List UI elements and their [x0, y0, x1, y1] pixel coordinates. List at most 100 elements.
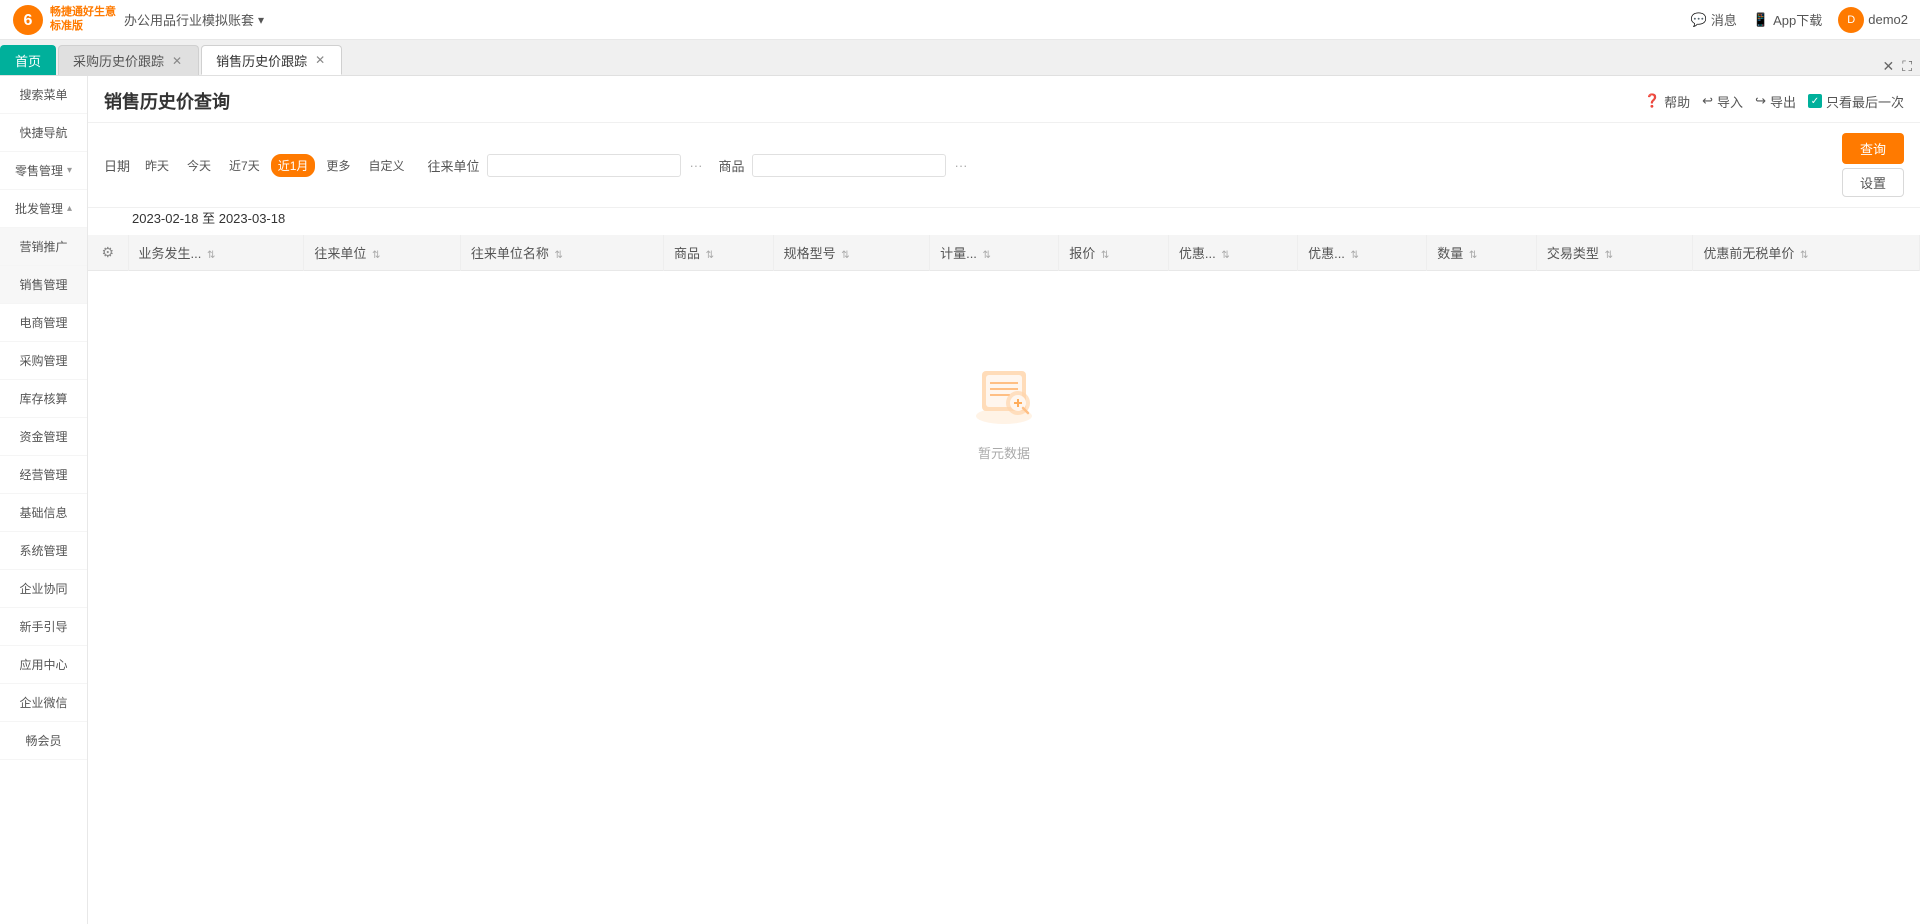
tab-sales-history-close[interactable]: ✕: [313, 53, 327, 67]
sidebar-item-enterprise[interactable]: 企业协同: [0, 570, 87, 608]
date-label: 日期: [104, 156, 130, 175]
tab-bar-right: ✕ ⛶: [1882, 58, 1920, 75]
sidebar-item-search-menu[interactable]: 搜索菜单: [0, 76, 87, 114]
expand-icon[interactable]: ⛶: [1902, 58, 1912, 75]
date-btn-more[interactable]: 更多: [319, 154, 357, 177]
sidebar: 搜索菜单 快捷导航 零售管理 ▾ 批发管理 ▴ 营销推广 销售管理 电商管理 采…: [0, 76, 88, 924]
col-gear[interactable]: ⚙: [88, 235, 128, 271]
date-btn-yesterday[interactable]: 昨天: [138, 154, 176, 177]
tab-purchase-history[interactable]: 采购历史价跟踪 ✕: [58, 45, 199, 75]
sidebar-item-finance[interactable]: 资金管理: [0, 418, 87, 456]
export-icon: ↪: [1755, 93, 1766, 109]
header-right: 💬 消息 📱 App下载 D demo2: [1691, 7, 1908, 33]
col-biz-date-label: 业务发生...: [139, 246, 202, 261]
sort-icon: ⇅: [1469, 250, 1477, 261]
export-button[interactable]: ↪ 导出: [1755, 92, 1796, 111]
content-area: 销售历史价查询 ❓ 帮助 ↩ 导入 ↪ 导出 ✓ 只看最后一次: [88, 76, 1920, 924]
sidebar-item-label: 电商管理: [19, 314, 67, 331]
sidebar-item-label: 企业协同: [19, 580, 67, 597]
sidebar-item-quick-nav[interactable]: 快捷导航: [0, 114, 87, 152]
sidebar-item-ecommerce[interactable]: 电商管理: [0, 304, 87, 342]
partner-filter-group: 往来单位 ···: [427, 154, 702, 177]
sort-icon: ⇅: [1800, 250, 1808, 261]
col-trade-type[interactable]: 交易类型 ⇅: [1536, 235, 1692, 271]
sidebar-item-label: 营销推广: [19, 238, 67, 255]
sort-icon: ⇅: [554, 250, 562, 261]
logo-icon: 6: [12, 4, 44, 36]
date-btn-custom[interactable]: 自定义: [361, 154, 411, 177]
only-last-checkbox-group[interactable]: ✓ 只看最后一次: [1808, 92, 1904, 111]
col-biz-date[interactable]: 业务发生... ⇅: [128, 235, 304, 271]
date-filter-group: 日期 昨天 今天 近7天 近1月 更多 自定义: [104, 154, 411, 177]
sidebar-item-basic-info[interactable]: 基础信息: [0, 494, 87, 532]
sidebar-item-label: 批发管理: [15, 200, 63, 217]
col-partner-name[interactable]: 往来单位名称 ⇅: [460, 235, 663, 271]
sidebar-item-label: 畅会员: [25, 732, 61, 749]
chevron-down-icon: ▾: [67, 165, 72, 176]
date-range-row: 2023-02-18 至 2023-03-18: [88, 208, 1920, 235]
col-discount1[interactable]: 优惠... ⇅: [1168, 235, 1297, 271]
date-btn-today[interactable]: 今天: [180, 154, 218, 177]
product-dots[interactable]: ···: [954, 158, 967, 173]
col-quote[interactable]: 报价 ⇅: [1059, 235, 1169, 271]
sort-icon: ⇅: [983, 250, 991, 261]
sidebar-item-purchase[interactable]: 采购管理: [0, 342, 87, 380]
partner-input[interactable]: [487, 154, 681, 177]
help-button[interactable]: ❓ 帮助: [1644, 92, 1690, 111]
user-menu[interactable]: D demo2: [1838, 7, 1908, 33]
col-quantity[interactable]: 数量 ⇅: [1427, 235, 1537, 271]
date-buttons: 昨天 今天 近7天 近1月 更多 自定义: [138, 154, 411, 177]
col-pretax-price[interactable]: 优惠前无税单价 ⇅: [1693, 235, 1920, 271]
col-trade-type-label: 交易类型: [1547, 246, 1599, 261]
sidebar-item-app-center[interactable]: 应用中心: [0, 646, 87, 684]
sidebar-item-marketing[interactable]: 营销推广: [0, 228, 87, 266]
close-all-icon[interactable]: ✕: [1882, 58, 1894, 75]
sort-icon: ⇅: [1101, 250, 1109, 261]
sidebar-item-label: 库存核算: [19, 390, 67, 407]
col-product[interactable]: 商品 ⇅: [663, 235, 773, 271]
sidebar-item-retail[interactable]: 零售管理 ▾: [0, 152, 87, 190]
sort-icon: ⇅: [1221, 250, 1229, 261]
gear-icon[interactable]: ⚙: [101, 244, 114, 260]
sidebar-item-operations[interactable]: 经营管理: [0, 456, 87, 494]
download-icon: 📱: [1753, 12, 1769, 28]
sidebar-item-guide[interactable]: 新手引导: [0, 608, 87, 646]
tab-sales-history[interactable]: 销售历史价跟踪 ✕: [201, 45, 342, 75]
sidebar-item-vip[interactable]: 畅会员: [0, 722, 87, 760]
settings-button[interactable]: 设置: [1842, 168, 1904, 197]
col-quote-label: 报价: [1069, 246, 1095, 261]
sidebar-item-inventory[interactable]: 库存核算: [0, 380, 87, 418]
avatar: D: [1838, 7, 1864, 33]
sidebar-item-wholesale[interactable]: 批发管理 ▴: [0, 190, 87, 228]
main-layout: 搜索菜单 快捷导航 零售管理 ▾ 批发管理 ▴ 营销推广 销售管理 电商管理 采…: [0, 76, 1920, 924]
app-download-button[interactable]: 📱 App下载: [1753, 10, 1822, 29]
tab-purchase-history-close[interactable]: ✕: [170, 54, 184, 68]
sidebar-item-sales-mgmt[interactable]: 销售管理: [0, 266, 87, 304]
date-btn-7days[interactable]: 近7天: [222, 154, 267, 177]
query-button[interactable]: 查询: [1842, 133, 1904, 164]
col-discount2[interactable]: 优惠... ⇅: [1298, 235, 1427, 271]
help-icon: ❓: [1644, 93, 1660, 109]
app-title-dropdown-icon[interactable]: ▾: [258, 13, 264, 27]
partner-dots[interactable]: ···: [689, 158, 702, 173]
col-spec[interactable]: 规格型号 ⇅: [773, 235, 929, 271]
sort-icon: ⇅: [1605, 250, 1613, 261]
tab-home[interactable]: 首页: [0, 45, 56, 75]
only-last-checkbox[interactable]: ✓: [1808, 94, 1822, 108]
sidebar-item-label: 企业微信: [19, 694, 67, 711]
product-filter-group: 商品 ···: [718, 154, 967, 177]
table-header-row: ⚙ 业务发生... ⇅ 往来单位 ⇅ 往来单位名称 ⇅: [88, 235, 1920, 271]
sidebar-item-label: 新手引导: [19, 618, 67, 635]
message-button[interactable]: 💬 消息: [1691, 10, 1737, 29]
sidebar-item-label: 应用中心: [19, 656, 67, 673]
col-unit[interactable]: 计量... ⇅: [930, 235, 1059, 271]
sidebar-item-wechat[interactable]: 企业微信: [0, 684, 87, 722]
download-label: App下载: [1773, 10, 1822, 29]
product-input[interactable]: [752, 154, 946, 177]
import-button[interactable]: ↩ 导入: [1702, 92, 1743, 111]
sidebar-item-system[interactable]: 系统管理: [0, 532, 87, 570]
import-label: 导入: [1717, 92, 1743, 111]
date-btn-1month[interactable]: 近1月: [271, 154, 316, 177]
col-partner-code[interactable]: 往来单位 ⇅: [304, 235, 460, 271]
logo-area: 6 畅捷通好生意 标准版: [12, 4, 116, 36]
